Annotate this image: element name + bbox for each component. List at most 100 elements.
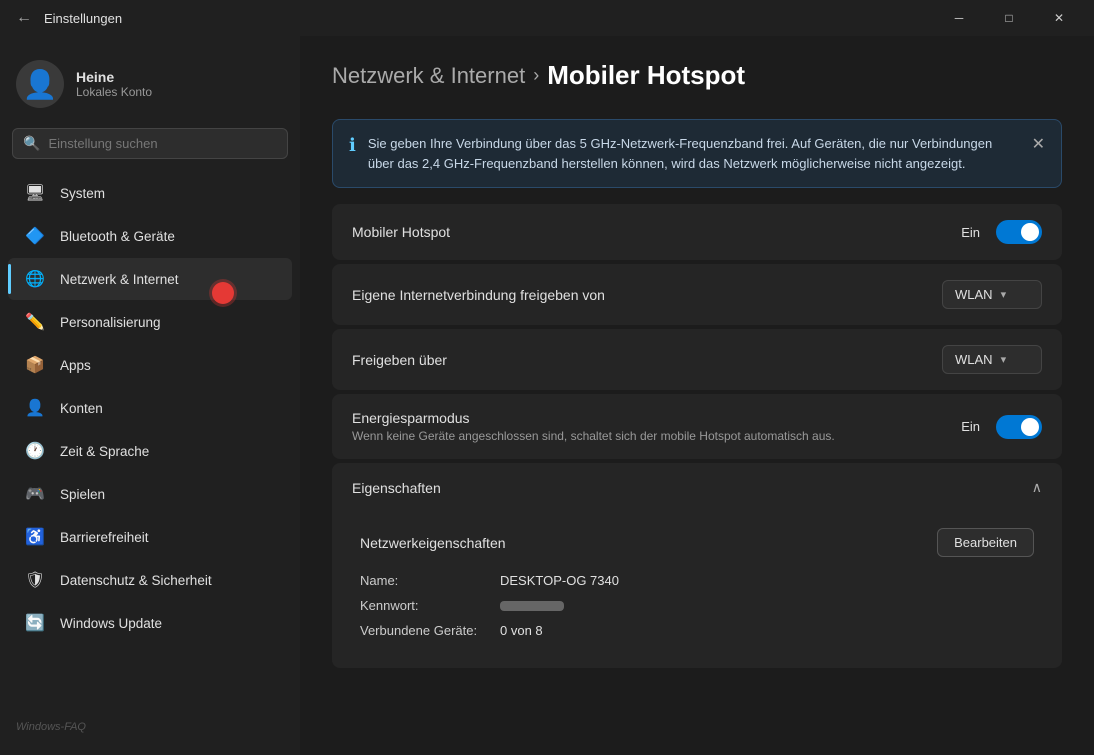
sidebar-item-label: System [60,186,105,201]
user-info: Heine Lokales Konto [76,69,152,99]
sidebar-item-label: Apps [60,358,91,373]
sidebar-item-datenschutz[interactable]: 🛡 Datenschutz & Sicherheit [8,559,292,601]
properties-section-header[interactable]: Eigenschaften ∧ [332,463,1062,512]
sidebar-item-konten[interactable]: 👤 Konten [8,387,292,429]
close-button[interactable]: ✕ [1036,0,1082,36]
back-button[interactable]: ← [16,10,32,26]
password-dots [500,601,564,611]
titlebar-left: ← Einstellungen [16,10,122,26]
energy-toggle[interactable] [996,415,1042,439]
maximize-button[interactable]: □ [986,0,1032,36]
connected-value: 0 von 8 [500,623,543,638]
chevron-up-icon: ∧ [1032,479,1042,496]
name-value: DESKTOP-OG 7340 [500,573,619,588]
sidebar-item-network[interactable]: 🌐 Netzwerk & Internet [8,258,292,300]
energy-toggle-container: Ein [961,415,1042,439]
titlebar: ← Einstellungen ─ □ ✕ [0,0,1094,36]
titlebar-controls: ─ □ ✕ [936,0,1082,36]
watermark: Windows-FAQ [0,711,300,743]
password-key: Kennwort: [360,598,500,613]
freigeben-card: Freigeben über WLAN ▾ [332,329,1062,390]
sidebar-item-spielen[interactable]: 🎮 Spielen [8,473,292,515]
share-from-value: WLAN [955,287,993,302]
search-input[interactable] [48,136,277,151]
freigeben-row: Freigeben über WLAN ▾ [332,329,1062,390]
toggle-knob [1021,223,1039,241]
breadcrumb-current: Mobiler Hotspot [547,60,745,91]
chevron-down-icon: ▾ [1001,353,1007,366]
network-props-header: Netzwerkeigenschaften Bearbeiten [360,528,1034,557]
konten-icon: 👤 [24,397,46,419]
sidebar-item-label: Datenschutz & Sicherheit [60,573,212,588]
sidebar-nav: 🖥 System 🔷 Bluetooth & Geräte 🌐 Netzwerk… [0,171,300,645]
toggle-knob [1021,418,1039,436]
sidebar-item-system[interactable]: 🖥 System [8,172,292,214]
windows-update-icon: 🔄 [24,612,46,634]
sidebar: 👤 Heine Lokales Konto 🔍 🖥 System 🔷 Bluet… [0,36,300,755]
sidebar-item-label: Personalisierung [60,315,161,330]
hotspot-state: Ein [961,225,980,240]
spielen-icon: 🎮 [24,483,46,505]
main-content: Netzwerk & Internet › Mobiler Hotspot ℹ … [300,36,1094,755]
breadcrumb-separator: › [533,65,539,86]
freigeben-label: Freigeben über [352,352,942,368]
share-from-label: Eigene Internetverbindung freigeben von [352,287,942,303]
energy-info: Energiesparmodus Wenn keine Geräte anges… [352,410,961,443]
energy-sublabel: Wenn keine Geräte angeschlossen sind, sc… [352,429,961,443]
system-icon: 🖥 [24,182,46,204]
sidebar-item-label: Barrierefreiheit [60,530,149,545]
network-props-label: Netzwerkeigenschaften [360,535,506,551]
properties-content: Netzwerkeigenschaften Bearbeiten Name: D… [332,512,1062,668]
properties-header-label: Eigenschaften [352,480,441,496]
name-key: Name: [360,573,500,588]
search-icon: 🔍 [23,135,40,152]
sidebar-item-bluetooth[interactable]: 🔷 Bluetooth & Geräte [8,215,292,257]
sidebar-item-label: Bluetooth & Geräte [60,229,175,244]
energy-card: Energiesparmodus Wenn keine Geräte anges… [332,394,1062,459]
search-container: 🔍 [0,128,300,171]
user-type: Lokales Konto [76,85,152,99]
freigeben-dropdown[interactable]: WLAN ▾ [942,345,1042,374]
info-close-button[interactable]: ✕ [1032,134,1045,154]
info-text: Sie geben Ihre Verbindung über das 5 GHz… [368,134,1020,173]
properties-card: Eigenschaften ∧ Netzwerkeigenschaften Be… [332,463,1062,668]
hotspot-toggle[interactable] [996,220,1042,244]
hotspot-row: Mobiler Hotspot Ein [332,204,1062,260]
sidebar-item-zeit[interactable]: 🕐 Zeit & Sprache [8,430,292,472]
barrierefreiheit-icon: ♿ [24,526,46,548]
personalisierung-icon: ✏️ [24,311,46,333]
app-layout: 👤 Heine Lokales Konto 🔍 🖥 System 🔷 Bluet… [0,36,1094,755]
name-row: Name: DESKTOP-OG 7340 [360,573,1034,588]
password-row: Kennwort: [360,598,1034,613]
info-icon: ℹ [349,135,356,156]
connected-row: Verbundene Geräte: 0 von 8 [360,623,1034,638]
energy-row: Energiesparmodus Wenn keine Geräte anges… [332,394,1062,459]
hotspot-label: Mobiler Hotspot [352,224,961,240]
apps-icon: 📦 [24,354,46,376]
share-from-row: Eigene Internetverbindung freigeben von … [332,264,1062,325]
sidebar-item-label: Zeit & Sprache [60,444,149,459]
sidebar-item-label: Spielen [60,487,105,502]
titlebar-title: Einstellungen [44,11,122,26]
energy-label: Energiesparmodus [352,410,961,426]
sidebar-item-label: Konten [60,401,103,416]
search-box: 🔍 [12,128,288,159]
sidebar-item-windows-update[interactable]: 🔄 Windows Update [8,602,292,644]
sidebar-item-apps[interactable]: 📦 Apps [8,344,292,386]
info-banner: ℹ Sie geben Ihre Verbindung über das 5 G… [332,119,1062,188]
share-from-card: Eigene Internetverbindung freigeben von … [332,264,1062,325]
edit-button[interactable]: Bearbeiten [937,528,1034,557]
share-from-dropdown[interactable]: WLAN ▾ [942,280,1042,309]
hotspot-toggle-container: Ein [961,220,1042,244]
avatar-icon: 👤 [23,68,58,101]
sidebar-item-barrierefreiheit[interactable]: ♿ Barrierefreiheit [8,516,292,558]
bluetooth-icon: 🔷 [24,225,46,247]
connected-key: Verbundene Geräte: [360,623,500,638]
sidebar-item-label: Netzwerk & Internet [60,272,179,287]
user-profile[interactable]: 👤 Heine Lokales Konto [0,48,300,128]
sidebar-item-personalisierung[interactable]: ✏️ Personalisierung [8,301,292,343]
minimize-button[interactable]: ─ [936,0,982,36]
breadcrumb-parent[interactable]: Netzwerk & Internet [332,63,525,89]
zeit-icon: 🕐 [24,440,46,462]
user-name: Heine [76,69,152,85]
